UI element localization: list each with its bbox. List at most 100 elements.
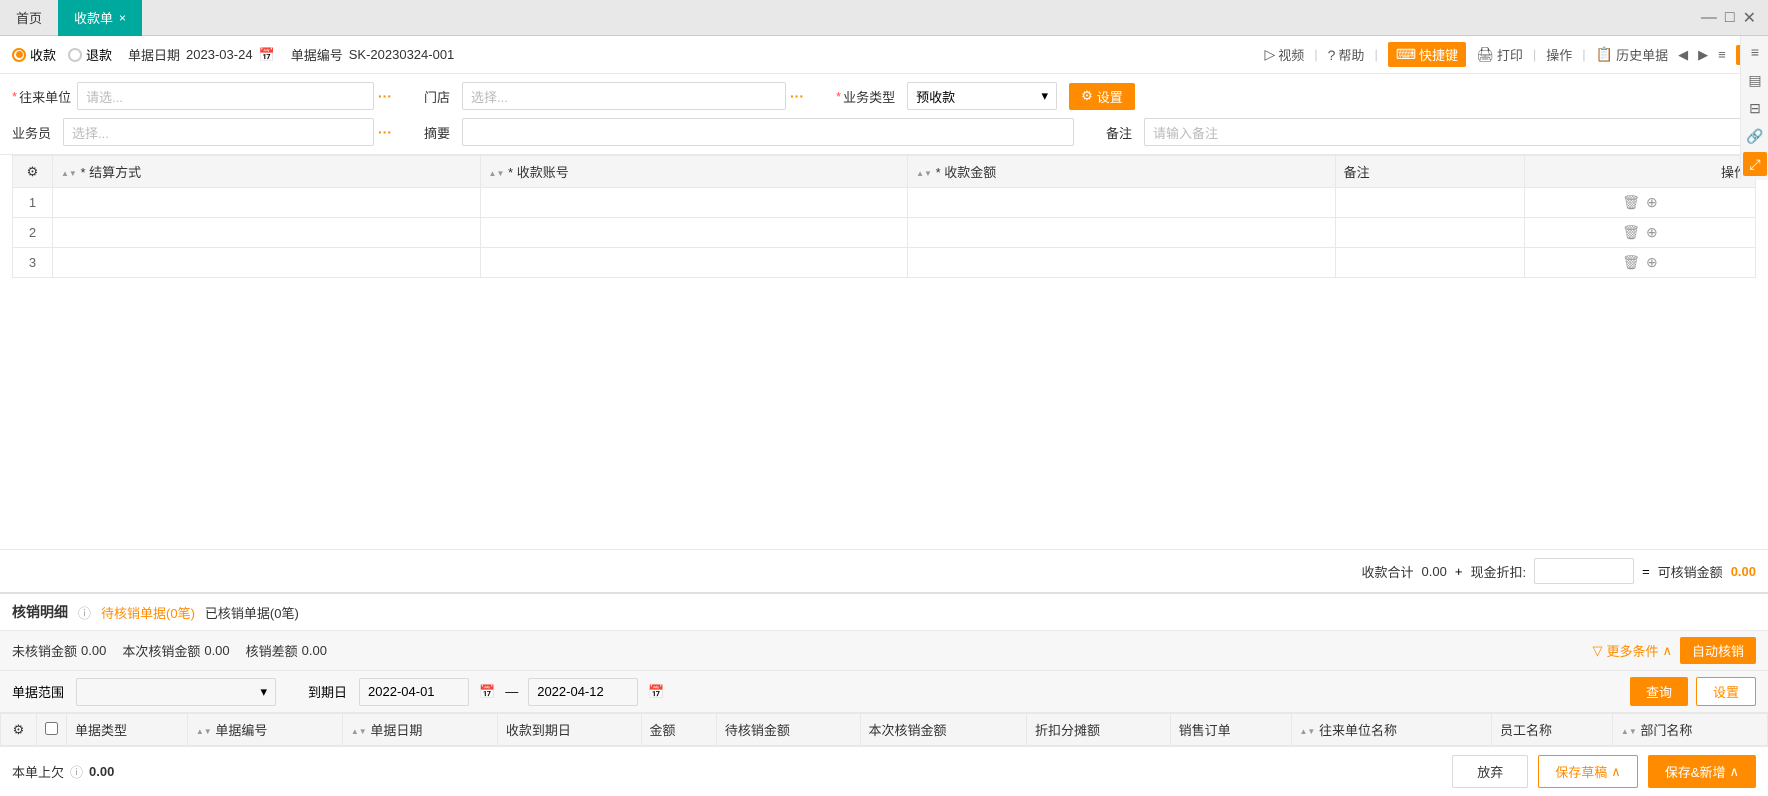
counterpart-field: * 往来单位 请选... ··· xyxy=(12,82,392,110)
window-maximize[interactable]: □ xyxy=(1725,9,1735,27)
range-select[interactable]: ▾ xyxy=(76,678,276,706)
shortcut-btn[interactable]: ⌨ 快捷键 xyxy=(1388,42,1466,67)
auto-verify-btn[interactable]: 自动核销 xyxy=(1680,637,1756,664)
business-type-select[interactable]: 预收款 ▾ xyxy=(907,82,1057,110)
salesperson-more-icon[interactable]: ··· xyxy=(378,124,392,140)
store-input[interactable]: 选择... xyxy=(462,82,786,110)
row-2-copy-icon[interactable]: ⊕ xyxy=(1646,224,1658,241)
right-sidebar: ≡ ▤ ⊟ 🔗 ⤢ xyxy=(1740,36,1768,180)
sidebar-icon-2[interactable]: ▤ xyxy=(1743,68,1767,92)
tab-receipt[interactable]: 收款单 × xyxy=(58,0,142,36)
more-conditions-btn[interactable]: ▽ 更多条件 ∧ xyxy=(1592,641,1672,660)
sidebar-icon-1[interactable]: ≡ xyxy=(1743,40,1767,64)
list-view-icon[interactable]: ≡ xyxy=(1718,47,1726,62)
row-1-settlement[interactable] xyxy=(53,188,481,218)
row-2-op: 🗑 ⊕ xyxy=(1524,218,1755,248)
remark-input[interactable]: 请输入备注 xyxy=(1144,118,1756,146)
sidebar-icon-3[interactable]: ⊟ xyxy=(1743,96,1767,120)
row-2-account[interactable] xyxy=(480,218,908,248)
row-1-delete-icon[interactable]: 🗑 xyxy=(1622,194,1640,211)
row-3-amount[interactable] xyxy=(908,248,1336,278)
bottom-col-num: ▲▼ 单据编号 xyxy=(187,714,342,746)
footer: 本单上欠 ⓘ 0.00 放弃 保存草稿 ∧ 保存&新增 ∧ xyxy=(0,746,1768,796)
store-more-icon[interactable]: ··· xyxy=(790,88,804,104)
current-amount: 本次核销金额 0.00 xyxy=(122,641,229,660)
draft-dropdown-icon[interactable]: ∧ xyxy=(1611,764,1621,780)
row-3-settlement[interactable] xyxy=(53,248,481,278)
sidebar-icon-4[interactable]: 🔗 xyxy=(1743,124,1767,148)
row-1-amount[interactable] xyxy=(908,188,1336,218)
date-cal-icon-to[interactable]: 📅 xyxy=(648,684,664,700)
business-type-field: * 业务类型 预收款 ▾ xyxy=(836,82,1057,110)
row-1-remark[interactable] xyxy=(1335,188,1524,218)
filter-setting-btn[interactable]: 设置 xyxy=(1696,677,1756,706)
date-dash: — xyxy=(505,684,518,699)
counterpart-input[interactable]: 请选... xyxy=(77,82,374,110)
row-1-account[interactable] xyxy=(480,188,908,218)
save-btn[interactable]: 保存&新增 ∧ xyxy=(1648,755,1756,788)
discount-input[interactable] xyxy=(1534,558,1634,584)
draft-btn[interactable]: 保存草稿 ∧ xyxy=(1538,755,1638,788)
table-col-settings[interactable]: ⚙ xyxy=(13,156,53,188)
window-minimize[interactable]: — xyxy=(1701,9,1717,27)
row-2-remark[interactable] xyxy=(1335,218,1524,248)
radio-refund[interactable]: 退款 xyxy=(68,45,112,64)
salesperson-field: 业务员 选择... ··· xyxy=(12,118,392,146)
filter-row: 单据范围 ▾ 到期日 2022-04-01 📅 — 2022-04-12 📅 xyxy=(0,671,1768,713)
verification-title: 核销明细 xyxy=(12,602,68,622)
tab-bar: 首页 收款单 × — □ ✕ xyxy=(0,0,1768,36)
row-2-delete-icon[interactable]: 🗑 xyxy=(1622,224,1640,241)
operation-btn[interactable]: 操作 xyxy=(1546,45,1572,64)
num-field: 单据编号 SK-20230324-001 xyxy=(291,45,455,64)
verification-header: 核销明细 ⓘ 待核销单据(0笔) 已核销单据(0笔) xyxy=(0,594,1768,631)
help-btn[interactable]: ? 帮助 xyxy=(1328,45,1365,64)
nav-next-icon[interactable]: ▶ xyxy=(1698,47,1708,63)
counterpart-more-icon[interactable]: ··· xyxy=(378,88,392,104)
settings-button[interactable]: ⚙ 设置 xyxy=(1069,83,1135,110)
query-btn[interactable]: 查询 xyxy=(1630,677,1688,706)
row-2-settlement[interactable] xyxy=(53,218,481,248)
window-close[interactable]: ✕ xyxy=(1743,8,1756,28)
history-btn[interactable]: 📋 历史单据 xyxy=(1596,45,1668,64)
pending-tab[interactable]: 待核销单据(0笔) xyxy=(101,603,195,622)
tab-receipt-close[interactable]: × xyxy=(119,11,126,25)
row-3-copy-icon[interactable]: ⊕ xyxy=(1646,254,1658,271)
row-3-remark[interactable] xyxy=(1335,248,1524,278)
bottom-col-settings[interactable]: ⚙ xyxy=(1,714,37,746)
due-date-from[interactable]: 2022-04-01 xyxy=(359,678,469,706)
tab-home[interactable]: 首页 xyxy=(0,0,58,36)
receipt-table-area: ⚙ ▲▼ * 结算方式 ▲▼ * 收款账号 ▲▼ * xyxy=(0,155,1768,549)
col-operation: 操作 xyxy=(1524,156,1755,188)
save-dropdown-icon[interactable]: ∧ xyxy=(1729,764,1739,780)
select-all-checkbox[interactable] xyxy=(45,722,58,735)
shortcut-icon: ⌨ xyxy=(1396,46,1416,63)
bottom-col-checkbox[interactable] xyxy=(37,714,67,746)
row-1-copy-icon[interactable]: ⊕ xyxy=(1646,194,1658,211)
date-cal-icon-from[interactable]: 📅 xyxy=(479,684,495,700)
due-date-to[interactable]: 2022-04-12 xyxy=(528,678,638,706)
date-calendar-icon[interactable]: 📅 xyxy=(259,47,275,63)
row-num-3: 3 xyxy=(13,248,53,278)
video-icon: ▷ xyxy=(1264,46,1275,63)
print-btn[interactable]: 🖨 打印 xyxy=(1476,45,1523,64)
filter-icon: ▽ xyxy=(1592,643,1602,659)
radio-receipt-dot xyxy=(12,48,26,62)
salesperson-input[interactable]: 选择... xyxy=(63,118,374,146)
receipt-type-group: 收款 退款 xyxy=(12,45,112,64)
radio-receipt[interactable]: 收款 xyxy=(12,45,56,64)
bottom-col-dept: ▲▼ 部门名称 xyxy=(1612,714,1767,746)
toolbar: 收款 退款 单据日期 2023-03-24 📅 单据编号 SK-20230324… xyxy=(0,36,1768,74)
total-val: 0.00 xyxy=(1422,564,1447,579)
done-tab[interactable]: 已核销单据(0笔) xyxy=(205,603,299,622)
row-3-delete-icon[interactable]: 🗑 xyxy=(1622,254,1640,271)
unchecked-amount: 未核销金额 0.00 xyxy=(12,641,106,660)
nav-prev-icon[interactable]: ◀ xyxy=(1678,47,1688,63)
info-icon: ⓘ xyxy=(78,603,91,622)
row-3-account[interactable] xyxy=(480,248,908,278)
total-label: 收款合计 xyxy=(1362,562,1414,581)
abandon-btn[interactable]: 放弃 xyxy=(1452,755,1528,788)
sidebar-icon-5[interactable]: ⤢ xyxy=(1743,152,1767,176)
row-2-amount[interactable] xyxy=(908,218,1336,248)
summary-input[interactable] xyxy=(462,118,1074,146)
video-btn[interactable]: ▷ 视频 xyxy=(1264,45,1304,64)
